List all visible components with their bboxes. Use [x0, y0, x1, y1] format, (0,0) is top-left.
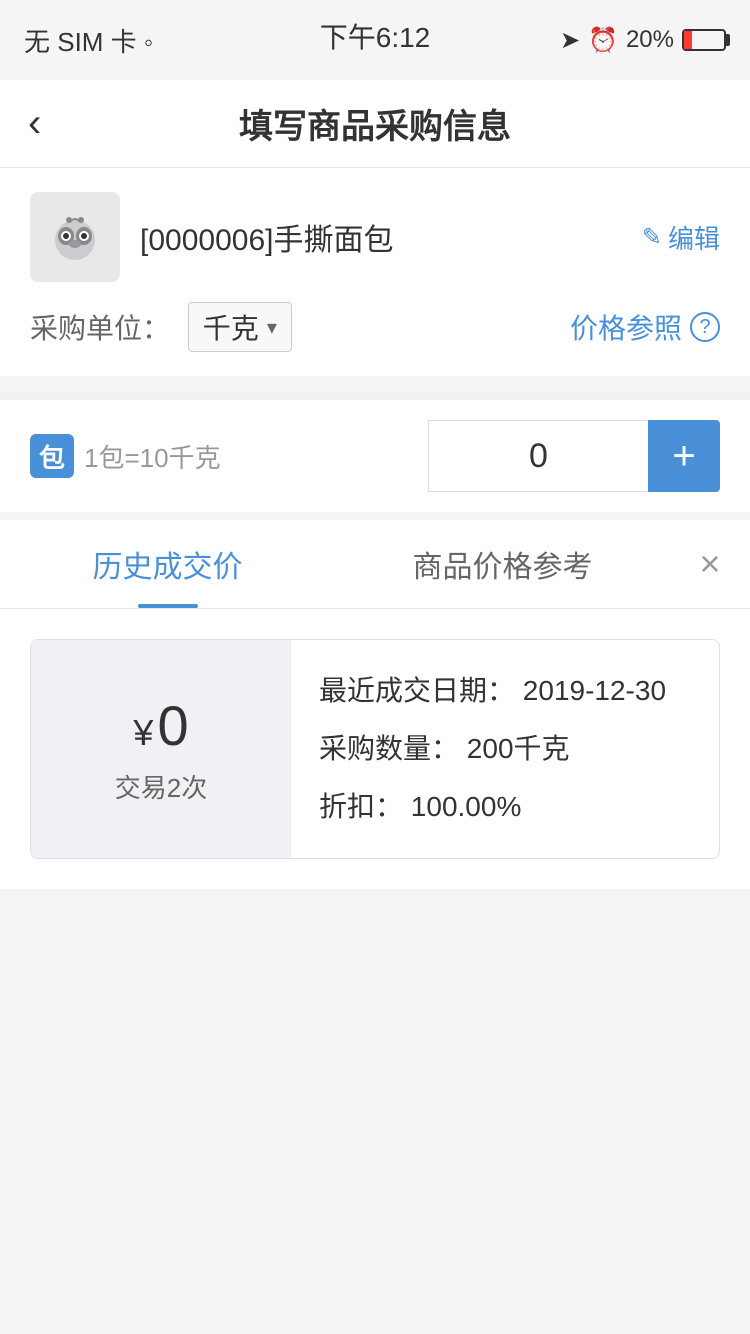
history-price-content: ¥ 0 交易2次 最近成交日期： 2019-12-30 采购数量： 200千克 … [0, 609, 750, 889]
status-signal: 无 SIM 卡 ◦ [24, 22, 153, 59]
page-title: 填写商品采购信息 [239, 99, 511, 148]
quantity-plus-button[interactable]: + [648, 420, 720, 492]
edit-icon: ✎ [642, 223, 662, 252]
recent-date-row: 最近成交日期： 2019-12-30 [319, 670, 691, 712]
tabs-header: 历史成交价 商品价格参考 × [0, 520, 750, 609]
quantity-unit: 包 1包=10千克 [30, 434, 221, 478]
edit-button[interactable]: ✎ 编辑 [642, 219, 720, 256]
price-ref-button[interactable]: 价格参照 ? [570, 307, 720, 347]
back-button[interactable]: ‹ [28, 101, 41, 146]
product-name: [0000006]手撕面包 [140, 215, 393, 259]
currency-symbol: ¥ [133, 712, 153, 754]
quantity-input[interactable] [428, 420, 648, 492]
product-info: [0000006]手撕面包 [30, 192, 642, 282]
tabs-section: 历史成交价 商品价格参考 × ¥ 0 交易2次 最近成交日期： 2019-12-… [0, 520, 750, 889]
quantity-section: 包 1包=10千克 + [0, 400, 750, 512]
unit-selector[interactable]: 千克 ▾ [188, 302, 292, 352]
product-unit-row: 采购单位： 千克 ▾ 价格参照 ? [30, 302, 720, 352]
status-bar: 无 SIM 卡 ◦ 下午6:12 ➤ ⏰ 20% [0, 0, 750, 80]
nav-bar: ‹ 填写商品采购信息 [0, 80, 750, 168]
product-header: [0000006]手撕面包 ✎ 编辑 [30, 192, 720, 282]
battery-percent: 20% [626, 26, 674, 54]
price-amount: ¥ 0 [133, 693, 188, 758]
discount-row: 折扣： 100.00% [319, 786, 691, 828]
status-time: 下午6:12 [320, 16, 431, 56]
product-section: [0000006]手撕面包 ✎ 编辑 采购单位： 千克 ▾ 价格参照 ? [0, 168, 750, 376]
status-right: ➤ ⏰ 20% [560, 26, 726, 55]
unit-label: 采购单位： [30, 313, 170, 344]
price-card-left: ¥ 0 交易2次 [31, 640, 291, 858]
tab-history-price[interactable]: 历史成交价 [0, 520, 335, 608]
unit-area: 采购单位： 千克 ▾ [30, 302, 292, 352]
section-separator [0, 392, 750, 400]
battery-icon [682, 29, 726, 51]
chevron-down-icon: ▾ [267, 315, 277, 340]
location-icon: ➤ [560, 26, 580, 55]
price-card: ¥ 0 交易2次 最近成交日期： 2019-12-30 采购数量： 200千克 … [30, 639, 720, 859]
alarm-icon: ⏰ [588, 26, 618, 55]
price-ref-help-icon: ? [690, 312, 720, 342]
tabs-close-button[interactable]: × [670, 520, 750, 608]
product-thumbnail [40, 202, 110, 272]
quantity-input-wrap: + [428, 420, 720, 492]
price-card-right: 最近成交日期： 2019-12-30 采购数量： 200千克 折扣： 100.0… [291, 640, 719, 858]
purchase-quantity-row: 采购数量： 200千克 [319, 728, 691, 770]
unit-box-icon: 包 [30, 434, 74, 478]
product-image [30, 192, 120, 282]
price-transactions: 交易2次 [115, 768, 207, 805]
tab-product-price-ref[interactable]: 商品价格参考 [335, 520, 670, 608]
unit-conversion: 1包=10千克 [84, 438, 221, 475]
